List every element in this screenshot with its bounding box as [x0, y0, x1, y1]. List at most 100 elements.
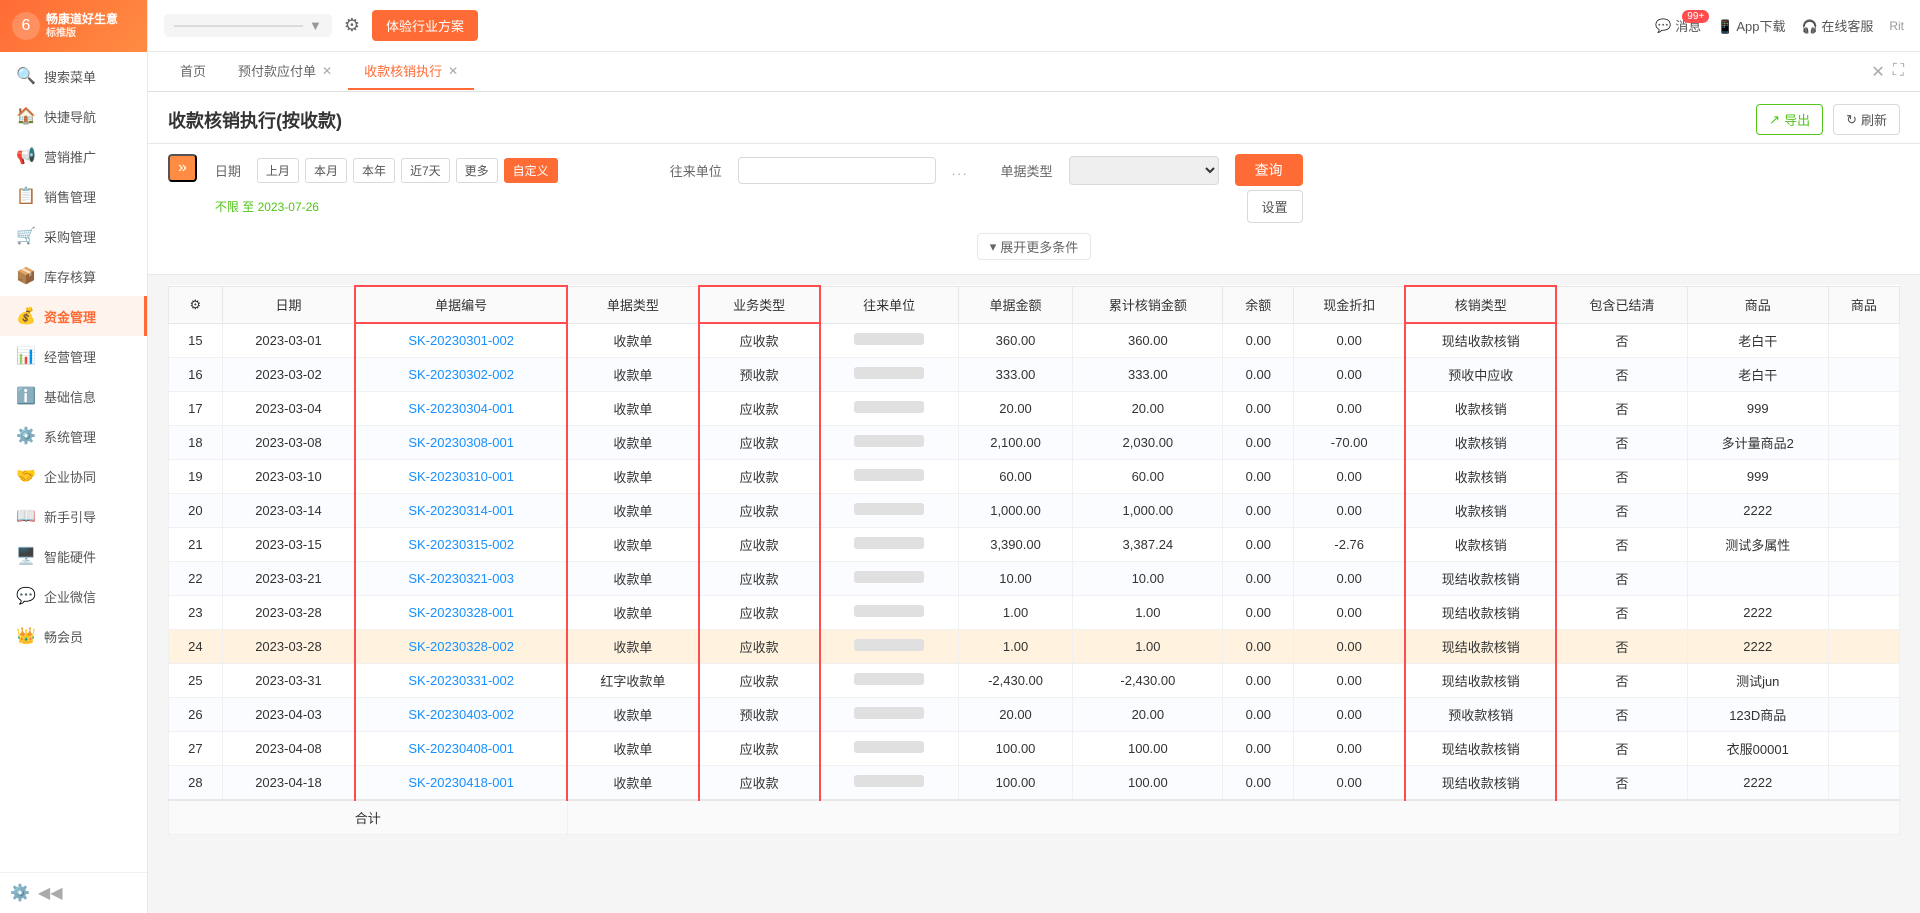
setting-button[interactable]: 设置 [1247, 190, 1303, 223]
cell-accum: 333.00 [1073, 358, 1223, 392]
bill-no-link[interactable]: SK-20230301-002 [408, 333, 514, 348]
date-btn-7days[interactable]: 近7天 [401, 158, 450, 183]
sidebar-item-wechat[interactable]: 💬 企业微信 [0, 576, 147, 616]
collapse-icon[interactable]: ◀◀ [38, 883, 63, 903]
bill-no-link[interactable]: SK-20230328-001 [408, 605, 514, 620]
expand-more-btn[interactable]: ▾ 展开更多条件 [977, 233, 1092, 260]
refresh-label: 刷新 [1861, 110, 1887, 129]
bill-no-link[interactable]: SK-20230310-001 [408, 469, 514, 484]
bill-no-link[interactable]: SK-20230302-002 [408, 367, 514, 382]
refresh-button[interactable]: ↻ 刷新 [1833, 104, 1900, 135]
sidebar-item-sales[interactable]: 📋 销售管理 [0, 176, 147, 216]
sidebar-item-shortcut[interactable]: 🏠 快捷导航 [0, 96, 147, 136]
cell-balance: 0.00 [1223, 358, 1294, 392]
cell-product2 [1828, 323, 1899, 358]
bill-no-link[interactable]: SK-20230331-002 [408, 673, 514, 688]
cell-amount: 60.00 [958, 460, 1073, 494]
date-btn-custom[interactable]: 自定义 [504, 158, 558, 183]
bill-no-link[interactable]: SK-20230321-003 [408, 571, 514, 586]
col-settings-icon[interactable]: ⚙ [169, 286, 223, 323]
bill-no-link[interactable]: SK-20230314-001 [408, 503, 514, 518]
cell-cancel-type: 收款核销 [1405, 460, 1556, 494]
sidebar-item-finance[interactable]: 💰 资金管理 [0, 296, 147, 336]
cell-partner [820, 630, 958, 664]
table-row: 21 2023-03-15 SK-20230315-002 收款单 应收款 3,… [169, 528, 1900, 562]
cell-bill-no: SK-20230308-001 [355, 426, 567, 460]
cell-partner [820, 732, 958, 766]
cell-discount: 0.00 [1294, 630, 1405, 664]
bill-no-link[interactable]: SK-20230328-002 [408, 639, 514, 654]
tab-prepayment-label: 预付款应付单 [238, 61, 316, 80]
tab-maximize-icon[interactable]: ⛶ [1893, 62, 1904, 82]
sidebar-item-marketing[interactable]: 📢 营销推广 [0, 136, 147, 176]
tab-prepayment-close-icon[interactable]: ✕ [322, 64, 332, 78]
cell-no: 18 [169, 426, 223, 460]
footer-total-values [567, 800, 1899, 835]
sidebar-item-member[interactable]: 👑 畅会员 [0, 616, 147, 656]
user-name[interactable]: Rit [1889, 19, 1904, 33]
sidebar-item-member-label: 畅会员 [44, 627, 83, 646]
address-chevron-icon: ▼ [309, 18, 322, 33]
cell-bill-type: 收款单 [567, 698, 699, 732]
tab-home[interactable]: 首页 [164, 53, 222, 90]
cell-amount: 2,100.00 [958, 426, 1073, 460]
date-btn-more[interactable]: 更多 [456, 158, 498, 183]
bill-no-link[interactable]: SK-20230418-001 [408, 775, 514, 790]
tab-collection-close-icon[interactable]: ✕ [448, 64, 458, 78]
cell-bill-type: 收款单 [567, 460, 699, 494]
sidebar-item-inventory[interactable]: 📦 库存核算 [0, 256, 147, 296]
sidebar-item-finance-label: 资金管理 [44, 307, 96, 326]
messages-button[interactable]: 💬 消息 99+ [1655, 16, 1701, 35]
table-row: 17 2023-03-04 SK-20230304-001 收款单 应收款 20… [169, 392, 1900, 426]
bill-no-link[interactable]: SK-20230315-002 [408, 537, 514, 552]
tab-close-all-icon[interactable]: ✕ [1871, 62, 1884, 82]
filter-row-1: 日期 上月 本月 本年 近7天 更多 自定义 往来单位 ... [215, 154, 1303, 186]
online-service-link[interactable]: 🎧 在线客服 [1802, 16, 1874, 35]
cell-balance: 0.00 [1223, 698, 1294, 732]
date-btn-this-year[interactable]: 本年 [353, 158, 395, 183]
date-btn-last-month[interactable]: 上月 [257, 158, 299, 183]
sidebar-item-purchase[interactable]: 🛒 采购管理 [0, 216, 147, 256]
tab-collection[interactable]: 收款核销执行 ✕ [348, 53, 474, 90]
sidebar-item-system[interactable]: ⚙️ 系统管理 [0, 416, 147, 456]
partner-filter-input[interactable] [738, 157, 936, 184]
sidebar-item-operations-label: 经营管理 [44, 347, 96, 366]
query-button[interactable]: 查询 [1235, 154, 1303, 186]
cell-cancel-type: 预收款核销 [1405, 698, 1556, 732]
bill-no-link[interactable]: SK-20230408-001 [408, 741, 514, 756]
topbar: ────────────── ▼ ⚙ 体验行业方案 💬 消息 99+ 📱 App… [148, 0, 1920, 52]
bill-type-filter-select[interactable] [1069, 156, 1219, 185]
search-icon: 🔍 [16, 66, 36, 86]
cell-biz-type: 应收款 [699, 426, 820, 460]
bill-no-link[interactable]: SK-20230304-001 [408, 401, 514, 416]
page-title: 收款核销执行(按收款) [168, 107, 342, 133]
filter-toggle-button[interactable]: » [168, 154, 197, 182]
app-download-link[interactable]: 📱 App下载 [1717, 16, 1785, 35]
cell-cancel-type: 现结收款核销 [1405, 630, 1556, 664]
solution-button[interactable]: 体验行业方案 [372, 10, 478, 41]
export-button[interactable]: ↗ 导出 [1756, 104, 1823, 135]
sidebar-item-sales-label: 销售管理 [44, 187, 96, 206]
date-btn-this-month[interactable]: 本月 [305, 158, 347, 183]
cell-amount: 3,390.00 [958, 528, 1073, 562]
tab-prepayment[interactable]: 预付款应付单 ✕ [222, 53, 348, 90]
export-icon: ↗ [1769, 112, 1780, 128]
table-row: 23 2023-03-28 SK-20230328-001 收款单 应收款 1.… [169, 596, 1900, 630]
cell-date: 2023-03-04 [222, 392, 355, 426]
sidebar-item-hardware[interactable]: 🖥️ 智能硬件 [0, 536, 147, 576]
cell-product1: 2222 [1687, 766, 1828, 801]
sidebar-item-guide[interactable]: 📖 新手引导 [0, 496, 147, 536]
sidebar-item-search[interactable]: 🔍 搜索菜单 [0, 56, 147, 96]
cell-accum: 100.00 [1073, 766, 1223, 801]
sidebar-item-basics[interactable]: ℹ️ 基础信息 [0, 376, 147, 416]
address-bar[interactable]: ────────────── ▼ [164, 14, 332, 37]
sidebar-item-operations[interactable]: 📊 经营管理 [0, 336, 147, 376]
gear-icon[interactable]: ⚙ [344, 15, 360, 36]
cell-accum: 3,387.24 [1073, 528, 1223, 562]
settings-bottom-icon[interactable]: ⚙️ [10, 883, 30, 903]
sidebar-item-collab[interactable]: 🤝 企业协同 [0, 456, 147, 496]
bill-no-link[interactable]: SK-20230403-002 [408, 707, 514, 722]
refresh-icon: ↻ [1846, 112, 1857, 128]
bill-no-link[interactable]: SK-20230308-001 [408, 435, 514, 450]
table-area[interactable]: ⚙ 日期 单据编号 单据类型 业务类型 往来单位 单据金额 累计核销金额 余额 … [148, 275, 1920, 913]
